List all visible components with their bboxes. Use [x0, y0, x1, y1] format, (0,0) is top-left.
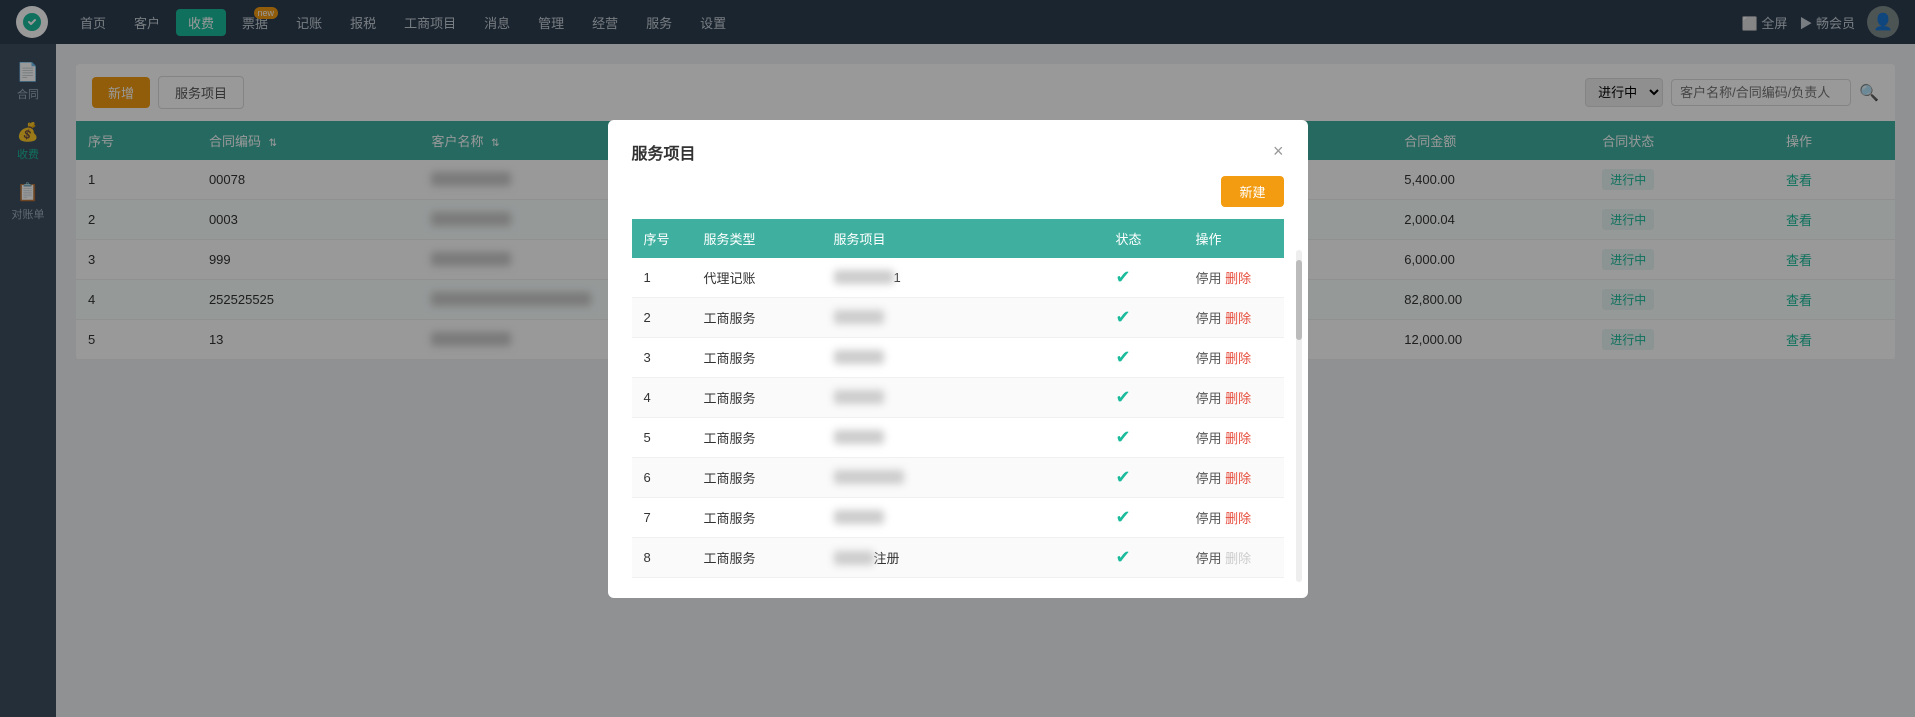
modal-cell-status: ✔	[1104, 497, 1184, 537]
modal-cell-seq: 3	[632, 337, 692, 377]
modal-col-type: 服务类型	[692, 219, 822, 258]
modal-cell-item	[822, 497, 1104, 537]
modal-cell-status: ✔	[1104, 337, 1184, 377]
modal-cell-item	[822, 457, 1104, 497]
delete-button[interactable]: 删除	[1225, 268, 1251, 287]
stop-button[interactable]: 停用	[1196, 268, 1222, 287]
modal-cell-type: 工商服务	[692, 417, 822, 457]
modal-cell-item	[822, 417, 1104, 457]
modal-cell-type: 工商服务	[692, 537, 822, 577]
delete-button[interactable]: 删除	[1225, 348, 1251, 367]
modal-col-action: 操作	[1184, 219, 1284, 258]
modal-table-row: 1 代理记账 1 ✔ 停用 删除	[632, 258, 1284, 298]
modal-cell-status: ✔	[1104, 417, 1184, 457]
stop-button[interactable]: 停用	[1196, 468, 1222, 487]
modal-cell-seq: 5	[632, 417, 692, 457]
modal-cell-action: 停用 删除	[1184, 377, 1284, 417]
modal-table-row: 6 工商服务 ✔ 停用 删除	[632, 457, 1284, 497]
modal-cell-action: 停用 删除	[1184, 497, 1284, 537]
modal-cell-action: 停用 删除	[1184, 457, 1284, 497]
modal-cell-seq: 4	[632, 377, 692, 417]
modal-cell-status: ✔	[1104, 537, 1184, 577]
modal-title: 服务项目	[632, 140, 696, 164]
modal-cell-status: ✔	[1104, 377, 1184, 417]
modal-cell-item	[822, 377, 1104, 417]
modal-col-item: 服务项目	[822, 219, 1104, 258]
modal-cell-status: ✔	[1104, 258, 1184, 298]
modal-cell-item: 1	[822, 258, 1104, 298]
modal-new-button[interactable]: 新建	[1221, 176, 1283, 207]
modal-cell-action: 停用 删除	[1184, 297, 1284, 337]
delete-button[interactable]: 删除	[1225, 388, 1251, 407]
stop-button[interactable]: 停用	[1196, 548, 1222, 567]
modal-cell-seq: 7	[632, 497, 692, 537]
modal-cell-item	[822, 337, 1104, 377]
modal-toolbar: 新建	[608, 176, 1308, 219]
modal-cell-seq: 2	[632, 297, 692, 337]
scrollbar-track[interactable]	[1296, 250, 1302, 582]
stop-button[interactable]: 停用	[1196, 508, 1222, 527]
delete-button[interactable]: 删除	[1225, 308, 1251, 327]
modal-table-row: 4 工商服务 ✔ 停用 删除	[632, 377, 1284, 417]
scrollbar-thumb[interactable]	[1296, 260, 1302, 340]
modal-cell-type: 代理记账	[692, 258, 822, 298]
modal-table-row: 5 工商服务 ✔ 停用 删除	[632, 417, 1284, 457]
modal-table-row: 3 工商服务 ✔ 停用 删除	[632, 337, 1284, 377]
service-modal: 服务项目 × 新建 序号 服务类型 服务项目 状态 操作	[608, 120, 1308, 598]
modal-table: 序号 服务类型 服务项目 状态 操作 1 代理记账 1 ✔ 停	[632, 219, 1284, 578]
modal-col-status: 状态	[1104, 219, 1184, 258]
modal-cell-seq: 1	[632, 258, 692, 298]
modal-cell-seq: 8	[632, 537, 692, 577]
delete-button[interactable]: 删除	[1225, 548, 1251, 567]
modal-cell-type: 工商服务	[692, 497, 822, 537]
stop-button[interactable]: 停用	[1196, 308, 1222, 327]
modal-close-button[interactable]: ×	[1273, 141, 1284, 162]
stop-button[interactable]: 停用	[1196, 348, 1222, 367]
stop-button[interactable]: 停用	[1196, 428, 1222, 447]
modal-body: 序号 服务类型 服务项目 状态 操作 1 代理记账 1 ✔ 停	[608, 219, 1308, 598]
modal-table-row: 7 工商服务 ✔ 停用 删除	[632, 497, 1284, 537]
modal-table-row: 8 工商服务 注册 ✔ 停用 删除	[632, 537, 1284, 577]
modal-cell-type: 工商服务	[692, 377, 822, 417]
modal-overlay[interactable]: 服务项目 × 新建 序号 服务类型 服务项目 状态 操作	[0, 0, 1915, 717]
modal-table-row: 2 工商服务 ✔ 停用 删除	[632, 297, 1284, 337]
modal-cell-type: 工商服务	[692, 337, 822, 377]
modal-cell-status: ✔	[1104, 457, 1184, 497]
modal-cell-seq: 6	[632, 457, 692, 497]
modal-cell-item: 注册	[822, 537, 1104, 577]
modal-cell-status: ✔	[1104, 297, 1184, 337]
modal-col-seq: 序号	[632, 219, 692, 258]
modal-cell-item	[822, 297, 1104, 337]
modal-cell-action: 停用 删除	[1184, 337, 1284, 377]
delete-button[interactable]: 删除	[1225, 468, 1251, 487]
delete-button[interactable]: 删除	[1225, 508, 1251, 527]
delete-button[interactable]: 删除	[1225, 428, 1251, 447]
modal-cell-action: 停用 删除	[1184, 417, 1284, 457]
modal-header: 服务项目 ×	[608, 120, 1308, 176]
modal-cell-action: 停用 删除	[1184, 258, 1284, 298]
modal-cell-type: 工商服务	[692, 457, 822, 497]
stop-button[interactable]: 停用	[1196, 388, 1222, 407]
modal-cell-action: 停用 删除	[1184, 537, 1284, 577]
modal-cell-type: 工商服务	[692, 297, 822, 337]
